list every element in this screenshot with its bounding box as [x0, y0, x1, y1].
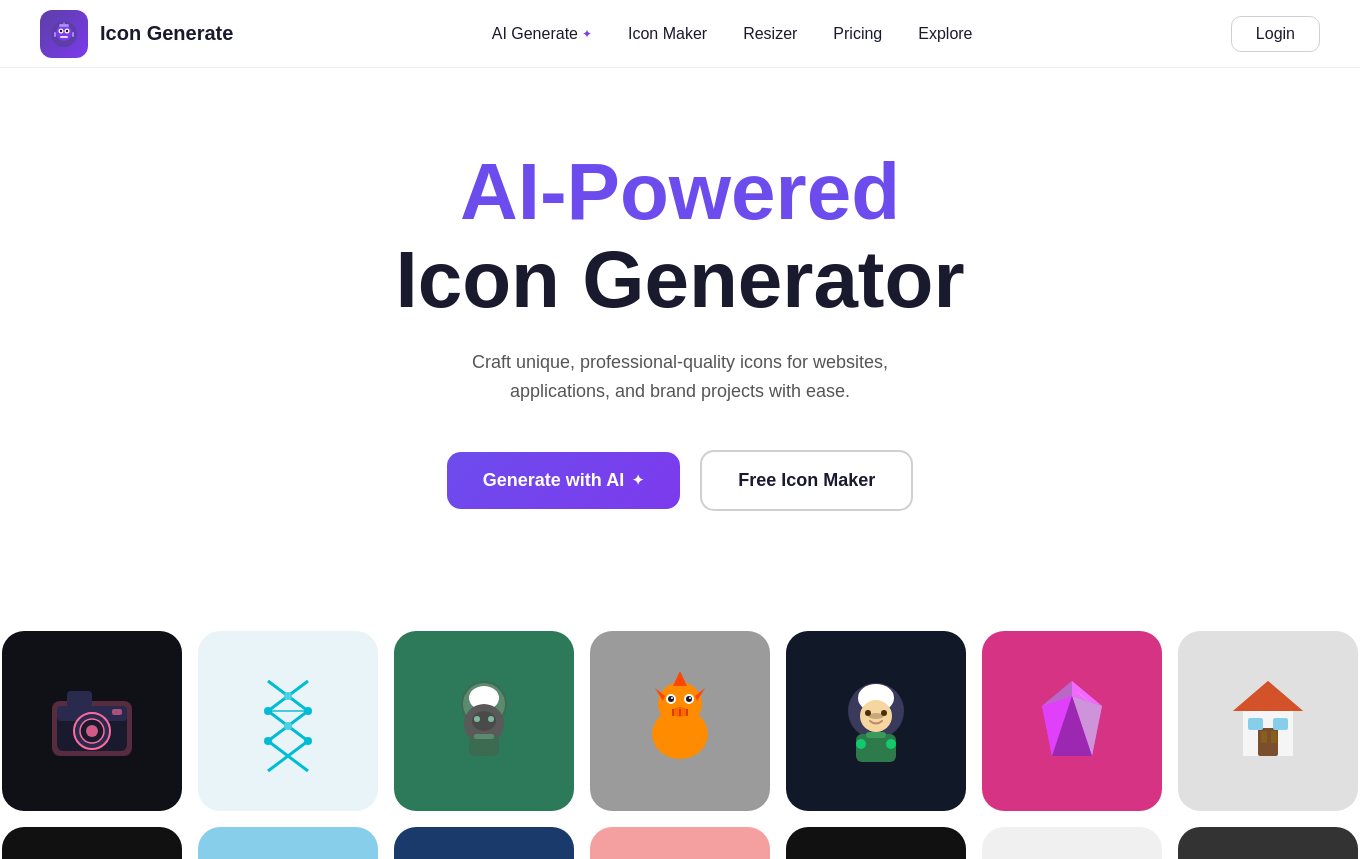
- svg-point-37: [658, 682, 702, 726]
- svg-point-21: [264, 707, 272, 715]
- svg-rect-75: [1273, 718, 1288, 730]
- hero-section: AI-Powered Icon Generator Craft unique, …: [0, 68, 1360, 571]
- gallery-item-music-icon[interactable]: [590, 827, 770, 859]
- svg-rect-18: [112, 709, 122, 715]
- svg-point-22: [304, 707, 312, 715]
- gallery-item-rocket-icon[interactable]: [394, 827, 574, 859]
- svg-point-43: [668, 696, 674, 702]
- svg-point-1: [56, 25, 72, 41]
- gallery-item-dna-helix[interactable]: [198, 631, 378, 811]
- header: Icon Generate AI Generate ✦ Icon Maker R…: [0, 0, 1360, 68]
- svg-marker-38: [673, 671, 687, 686]
- svg-point-23: [284, 692, 292, 700]
- nav-pricing[interactable]: Pricing: [833, 25, 882, 43]
- svg-rect-10: [72, 32, 74, 37]
- svg-rect-35: [474, 734, 494, 739]
- hero-title-main: Icon Generator: [395, 236, 964, 324]
- logo-icon: [40, 10, 88, 58]
- svg-marker-76: [1233, 681, 1303, 711]
- svg-point-46: [689, 697, 691, 699]
- svg-point-57: [868, 713, 884, 719]
- hero-title-ai: AI-Powered: [395, 148, 964, 236]
- gallery-item-butterfly-icon[interactable]: [982, 827, 1162, 859]
- hero-buttons: Generate with AI ✦ Free Icon Maker: [447, 450, 913, 511]
- svg-point-5: [66, 29, 68, 31]
- svg-point-4: [60, 29, 62, 31]
- gallery-item-chef-cooking[interactable]: [394, 631, 574, 811]
- gallery: [0, 631, 1360, 859]
- main-nav: AI Generate ✦ Icon Maker Resizer Pricing…: [492, 25, 973, 43]
- svg-rect-6: [60, 36, 68, 38]
- gallery-item-chef-green[interactable]: [786, 631, 966, 811]
- svg-rect-8: [64, 22, 65, 25]
- svg-point-26: [304, 737, 312, 745]
- nav-resizer[interactable]: Resizer: [743, 25, 797, 43]
- svg-point-24: [284, 722, 292, 730]
- svg-point-32: [474, 716, 480, 722]
- svg-rect-72: [1261, 731, 1267, 743]
- gallery-item-lightning-icon[interactable]: [1178, 827, 1358, 859]
- gallery-item-retro-camera[interactable]: [2, 631, 182, 811]
- gallery-item-globe-icon[interactable]: [786, 827, 966, 859]
- svg-point-33: [488, 716, 494, 722]
- svg-rect-59: [866, 732, 886, 738]
- svg-rect-9: [54, 32, 56, 37]
- svg-point-16: [86, 725, 98, 737]
- hero-subtitle: Craft unique, professional-quality icons…: [472, 348, 888, 406]
- generate-ai-button[interactable]: Generate with AI ✦: [447, 452, 680, 509]
- logo-text: Icon Generate: [100, 22, 233, 45]
- gallery-item-angry-chicken[interactable]: [590, 631, 770, 811]
- gallery-row-1: [20, 631, 1340, 811]
- gallery-row-2: [20, 827, 1340, 859]
- svg-point-25: [264, 737, 272, 745]
- login-button[interactable]: Login: [1231, 16, 1320, 52]
- logo[interactable]: Icon Generate: [40, 10, 233, 58]
- free-icon-maker-button[interactable]: Free Icon Maker: [700, 450, 913, 511]
- hero-title: AI-Powered Icon Generator: [395, 148, 964, 324]
- gallery-item-pink-gem[interactable]: [982, 631, 1162, 811]
- nav-icon-maker[interactable]: Icon Maker: [628, 25, 707, 43]
- svg-rect-74: [1248, 718, 1263, 730]
- svg-point-44: [686, 696, 692, 702]
- nav-explore[interactable]: Explore: [918, 25, 972, 43]
- sparkle-icon: ✦: [582, 27, 592, 41]
- gallery-item-leaf-icon[interactable]: [198, 827, 378, 859]
- nav-ai-generate[interactable]: AI Generate ✦: [492, 25, 592, 43]
- svg-rect-29: [472, 698, 496, 704]
- svg-point-45: [671, 697, 673, 699]
- svg-rect-73: [1271, 731, 1277, 743]
- svg-rect-17: [67, 691, 92, 707]
- gallery-item-game-icon[interactable]: [2, 827, 182, 859]
- svg-point-61: [886, 739, 896, 749]
- svg-point-60: [856, 739, 866, 749]
- gallery-item-house-icon[interactable]: [1178, 631, 1358, 811]
